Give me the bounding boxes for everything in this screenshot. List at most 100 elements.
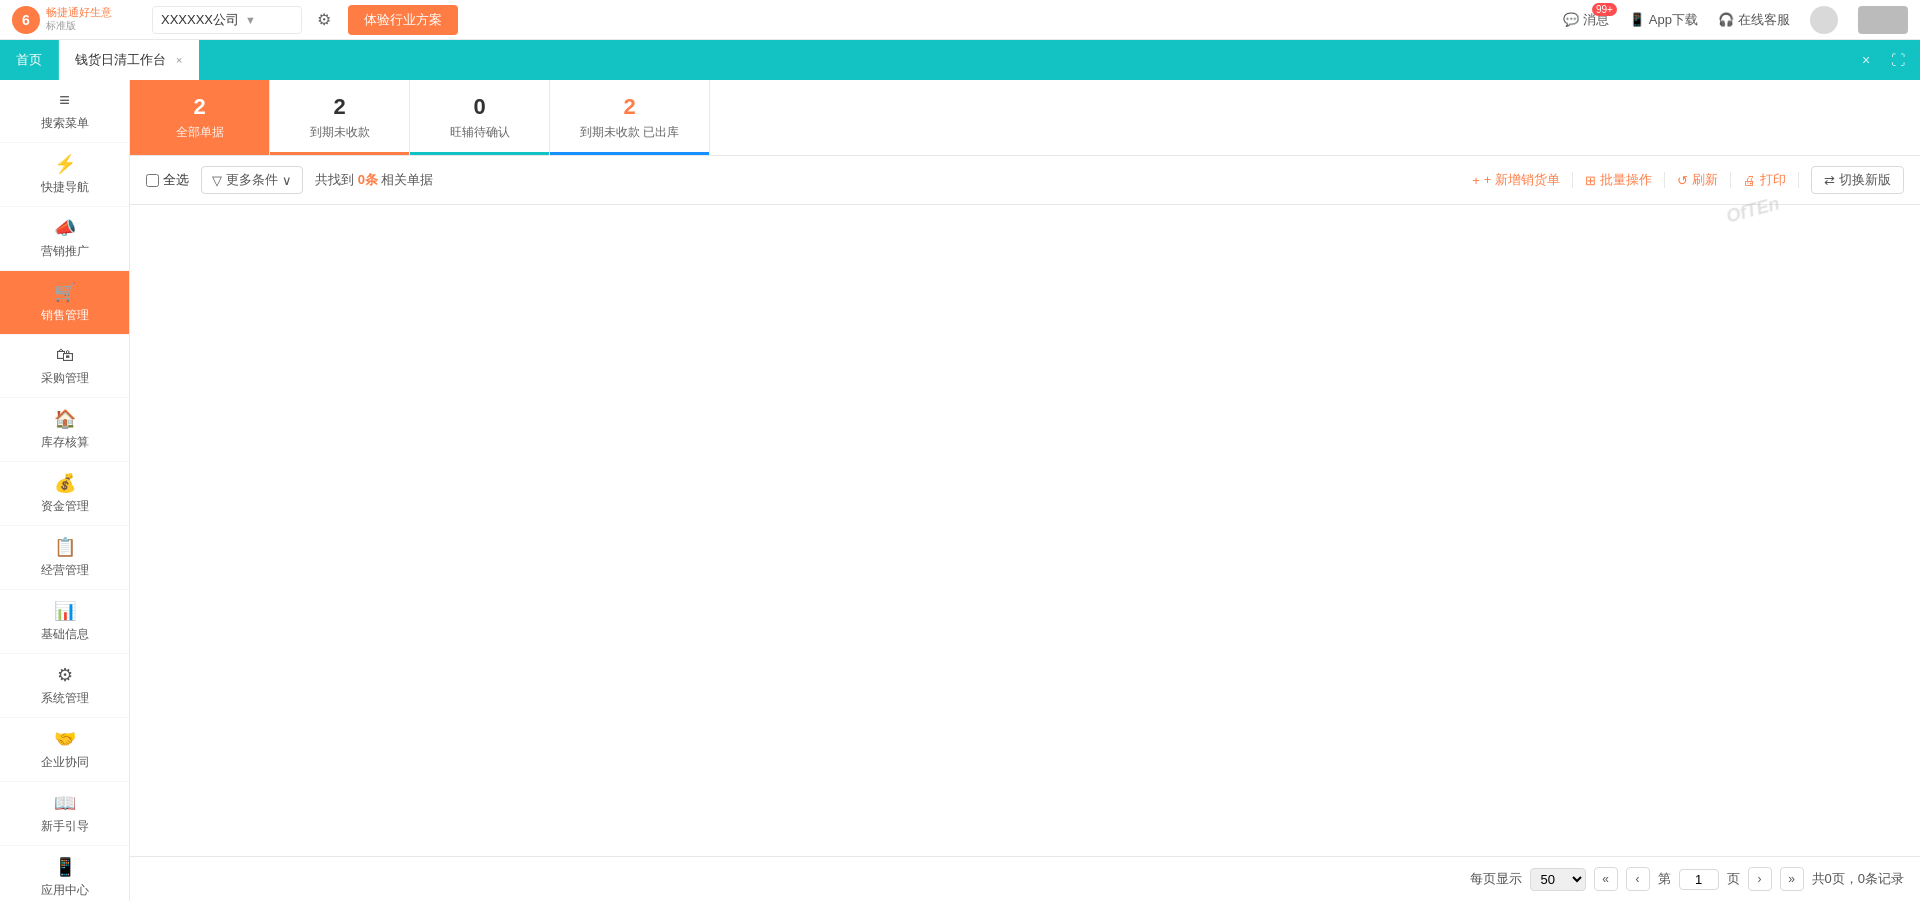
prev-page-button[interactable]: ‹ [1626, 867, 1650, 891]
basic-info-icon: 📊 [54, 600, 76, 622]
system-icon: ⚙ [57, 664, 73, 686]
tab-close-icon[interactable]: × [176, 54, 182, 66]
last-page-button[interactable]: » [1780, 867, 1804, 891]
sidebar-item-guide[interactable]: 📖 新手引导 [0, 782, 129, 846]
stat-all-label: 全部单据 [176, 124, 224, 141]
sidebar-item-purchase[interactable]: 🛍 采购管理 [0, 335, 129, 398]
inventory-icon: 🏠 [54, 408, 76, 430]
stat-card-all[interactable]: 2 全部单据 [130, 80, 270, 155]
tab-home[interactable]: 首页 [0, 40, 59, 80]
window-close-button[interactable]: × [1852, 46, 1880, 74]
sidebar-finance-label: 资金管理 [41, 498, 89, 515]
current-page-input[interactable] [1679, 869, 1719, 890]
print-btn-label: 打印 [1760, 171, 1786, 189]
download-icon: 📱 [1629, 12, 1645, 27]
batch-operation-button[interactable]: ⊞ 批量操作 [1585, 171, 1652, 189]
toolbar-divider-4 [1798, 172, 1799, 188]
operations-icon: 📋 [54, 536, 76, 558]
per-page-label: 每页显示 [1470, 870, 1522, 888]
sidebar-item-app-center[interactable]: 📱 应用中心 [0, 846, 129, 901]
first-page-button[interactable]: « [1594, 867, 1618, 891]
company-chevron-icon: ▼ [245, 14, 256, 26]
switch-version-button[interactable]: ⇄ 切换新版 [1811, 166, 1904, 194]
select-all-input[interactable] [146, 174, 159, 187]
app-download-button[interactable]: 📱 App下载 [1629, 11, 1698, 29]
settings-button[interactable]: ⚙ [310, 6, 338, 34]
stat-shipped-label: 到期未收款 已出库 [580, 124, 679, 141]
stat-card-wangfu[interactable]: 0 旺辅待确认 [410, 80, 550, 155]
message-button[interactable]: 💬 消息 99+ [1563, 11, 1609, 29]
stat-shipped-number: 2 [624, 94, 636, 120]
guide-icon: 📖 [54, 792, 76, 814]
refresh-btn-label: 刷新 [1692, 171, 1718, 189]
next-page-button[interactable]: › [1748, 867, 1772, 891]
sidebar-item-marketing[interactable]: 📣 营销推广 [0, 207, 129, 271]
sidebar-quick-nav-label: 快捷导航 [41, 179, 89, 196]
stat-card-shipped[interactable]: 2 到期未收款 已出库 [550, 80, 710, 155]
sidebar-item-enterprise[interactable]: 🤝 企业协同 [0, 718, 129, 782]
more-filter-button[interactable]: ▽ 更多条件 ∨ [201, 166, 303, 194]
window-maximize-button[interactable]: ⛶ [1884, 46, 1912, 74]
add-btn-label: + 新增销货单 [1484, 171, 1560, 189]
stat-wangfu-label: 旺辅待确认 [450, 124, 510, 141]
table-area [130, 205, 1920, 856]
toolbar-right: + + 新增销货单 ⊞ 批量操作 ↺ 刷新 🖨 打印 [1472, 166, 1904, 194]
trial-button[interactable]: 体验行业方案 [348, 5, 458, 35]
sidebar-enterprise-label: 企业协同 [41, 754, 89, 771]
toolbar-divider-3 [1730, 172, 1731, 188]
tab-actions: × ⛶ [1852, 40, 1920, 80]
stat-card-overdue[interactable]: 2 到期未收款 [270, 80, 410, 155]
sidebar-app-center-label: 应用中心 [41, 882, 89, 899]
sidebar-item-quick-nav[interactable]: ⚡ 快捷导航 [0, 143, 129, 207]
print-button[interactable]: 🖨 打印 [1743, 171, 1786, 189]
online-service-label: 在线客服 [1738, 11, 1790, 29]
select-all-checkbox[interactable]: 全选 [146, 171, 189, 189]
found-count: 0条 [358, 172, 378, 187]
print-icon: 🖨 [1743, 173, 1756, 188]
enterprise-icon: 🤝 [54, 728, 76, 750]
app-download-label: App下载 [1649, 11, 1698, 29]
sidebar-item-search-menu[interactable]: ≡ 搜索菜单 [0, 80, 129, 143]
finance-icon: 💰 [54, 472, 76, 494]
refresh-button[interactable]: ↺ 刷新 [1677, 171, 1718, 189]
sidebar-item-basic-info[interactable]: 📊 基础信息 [0, 590, 129, 654]
header-right: 💬 消息 99+ 📱 App下载 🎧 在线客服 [1563, 6, 1908, 34]
home-tab-label: 首页 [16, 51, 42, 69]
sidebar-item-operations[interactable]: 📋 经营管理 [0, 526, 129, 590]
toolbar: 全选 ▽ 更多条件 ∨ 共找到 0条 相关单据 + + 新增销货单 ⊞ [130, 156, 1920, 205]
page-suffix-label: 页 [1727, 870, 1740, 888]
app-name: 畅捷通好生意 [46, 6, 112, 19]
stat-wangfu-number: 0 [473, 94, 485, 120]
sidebar-item-sales[interactable]: 🛒 销售管理 [0, 271, 129, 335]
toolbar-divider-2 [1664, 172, 1665, 188]
stat-overdue-label: 到期未收款 [310, 124, 370, 141]
message-icon: 💬 [1563, 12, 1579, 27]
pagination-bar: 每页显示 20 50 100 « ‹ 第 页 › » 共0页，0条记录 [130, 856, 1920, 901]
sidebar-purchase-label: 采购管理 [41, 370, 89, 387]
found-suffix: 相关单据 [381, 172, 433, 187]
sidebar-system-label: 系统管理 [41, 690, 89, 707]
switch-btn-label: 切换新版 [1839, 171, 1891, 189]
sidebar-item-finance[interactable]: 💰 资金管理 [0, 462, 129, 526]
search-menu-icon: ≡ [59, 90, 70, 111]
company-selector[interactable]: XXXXXX公司 ▼ [152, 6, 302, 34]
sidebar-marketing-label: 营销推广 [41, 243, 89, 260]
sidebar-item-system[interactable]: ⚙ 系统管理 [0, 654, 129, 718]
logo-area: 6 畅捷通好生意 标准版 [12, 6, 142, 34]
sidebar-item-inventory[interactable]: 🏠 库存核算 [0, 398, 129, 462]
batch-icon: ⊞ [1585, 173, 1596, 188]
per-page-select[interactable]: 20 50 100 [1530, 868, 1586, 891]
add-sales-order-button[interactable]: + + 新增销货单 [1472, 171, 1560, 189]
stat-overdue-number: 2 [333, 94, 345, 120]
found-prefix: 共找到 [315, 172, 354, 187]
filter-chevron-icon: ∨ [282, 173, 292, 188]
filter-icon: ▽ [212, 173, 222, 188]
online-service-button[interactable]: 🎧 在线客服 [1718, 11, 1790, 29]
more-filter-label: 更多条件 [226, 171, 278, 189]
user-avatar[interactable] [1858, 6, 1908, 34]
sidebar-operations-label: 经营管理 [41, 562, 89, 579]
tab-qianhuoriqing[interactable]: 钱货日清工作台 × [59, 40, 199, 80]
avatar[interactable] [1810, 6, 1838, 34]
sidebar-search-label: 搜索菜单 [41, 115, 89, 132]
top-header: 6 畅捷通好生意 标准版 XXXXXX公司 ▼ ⚙ 体验行业方案 💬 消息 99… [0, 0, 1920, 40]
